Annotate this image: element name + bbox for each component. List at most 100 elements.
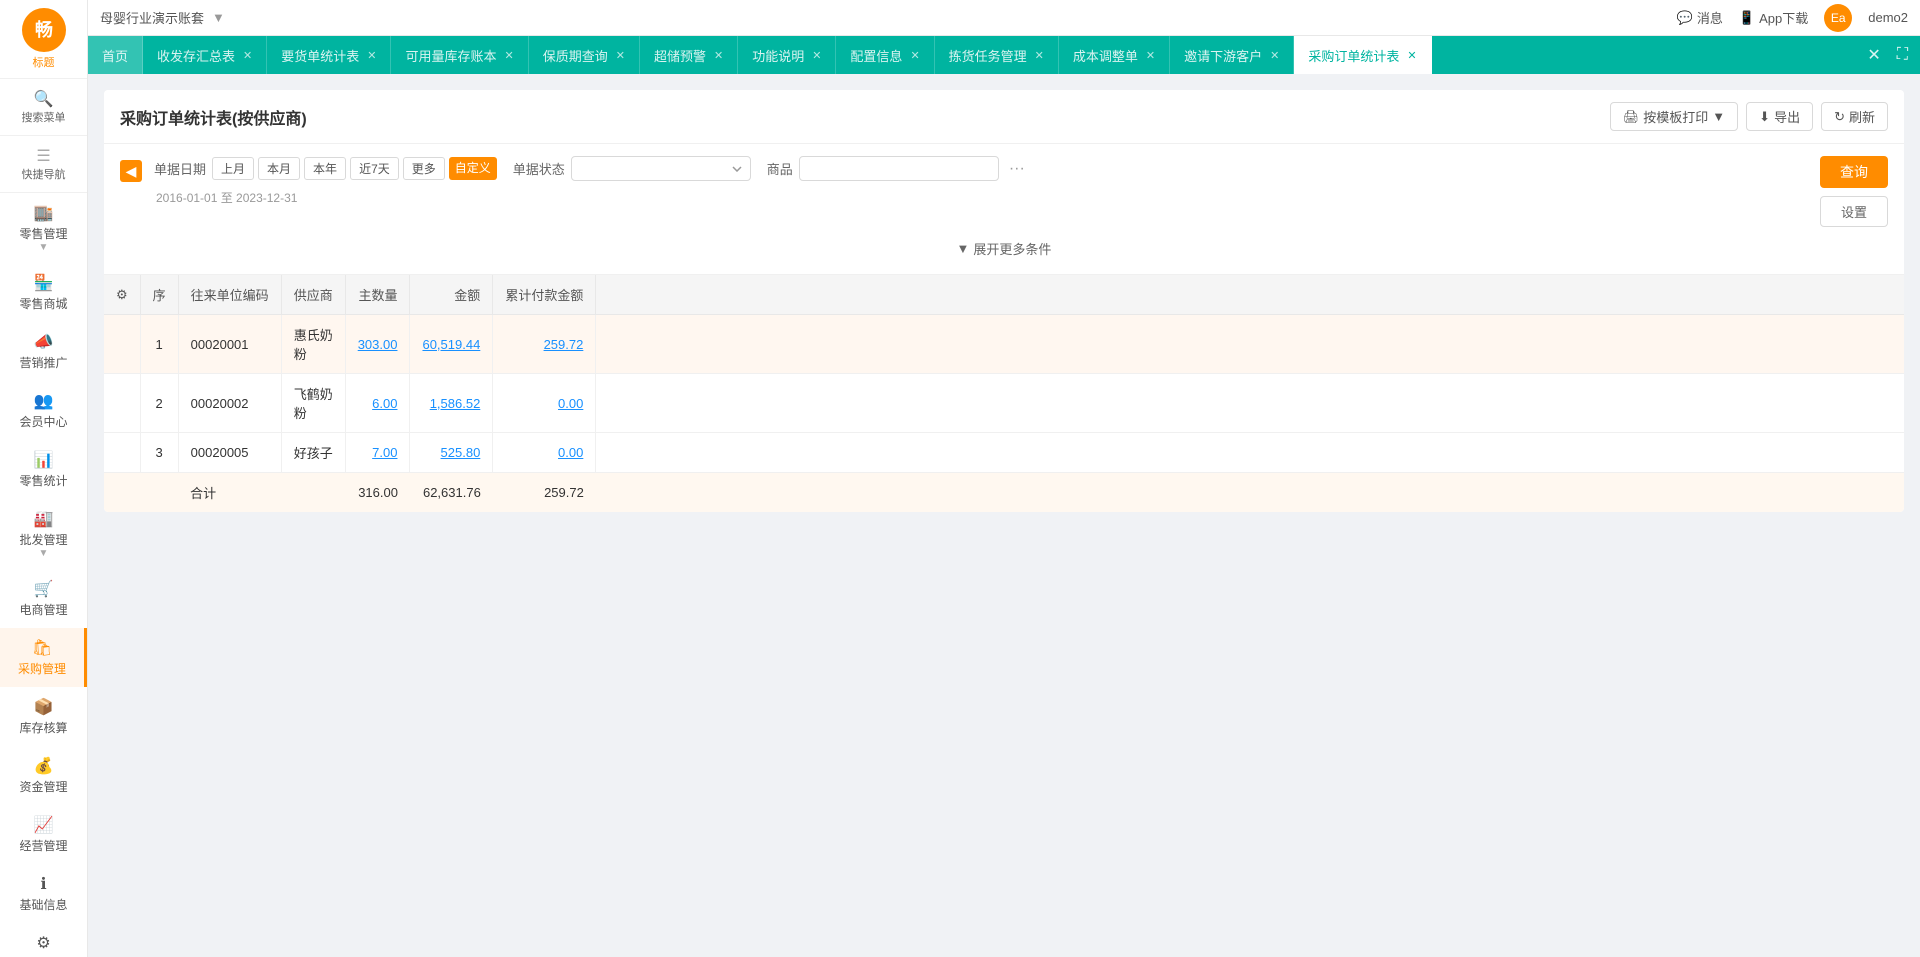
cell-amount[interactable]: 525.80 — [410, 433, 493, 473]
footer-amount: 62,631.76 — [410, 473, 493, 513]
cell-amount[interactable]: 1,586.52 — [410, 374, 493, 433]
tab-pick-task-mgmt[interactable]: 拣货任务管理 ✕ — [935, 36, 1059, 74]
tab-purchase-order-stats[interactable]: 采购订单统计表 ✕ — [1294, 36, 1431, 74]
expand-filter-row: ▼ 展开更多条件 — [120, 235, 1888, 262]
sidebar-item-finance[interactable]: 💰 资金管理 — [0, 746, 87, 805]
col-header-settings[interactable]: ⚙ — [104, 275, 140, 315]
sidebar-item-label: 库存核算 — [19, 719, 67, 736]
last-month-btn[interactable]: 上月 — [212, 157, 254, 180]
sidebar-item-ops-mgmt[interactable]: 📈 经营管理 — [0, 805, 87, 864]
cell-paid-amount[interactable]: 0.00 — [493, 374, 596, 433]
cell-main-qty[interactable]: 7.00 — [345, 433, 410, 473]
sidebar-item-purchase-mgmt[interactable]: 🛍 采购管理 — [0, 628, 87, 687]
last-7-days-btn[interactable]: 近7天 — [350, 157, 399, 180]
tab-label: 配置信息 — [850, 46, 902, 65]
custom-date-tag: 自定义 — [449, 157, 497, 180]
search-menu-item[interactable]: 🔍 搜索菜单 — [0, 79, 87, 136]
sidebar-item-retail-stats[interactable]: 📊 零售统计 — [0, 440, 87, 499]
quick-nav-item[interactable]: ☰ 快捷导航 — [0, 136, 87, 193]
export-icon: ⬇ — [1759, 109, 1770, 125]
page-header: 采购订单统计表(按供应商) 🖨 按模板打印 ▼ ⬇ 导出 ↻ 刷新 — [104, 90, 1904, 144]
main-card: 采购订单统计表(按供应商) 🖨 按模板打印 ▼ ⬇ 导出 ↻ 刷新 — [104, 90, 1904, 512]
message-btn[interactable]: 💬 消息 — [1677, 8, 1723, 27]
cell-main-qty[interactable]: 303.00 — [345, 315, 410, 374]
settings-btn[interactable]: 设置 — [1820, 196, 1888, 227]
sidebar-item-label: 会员中心 — [19, 413, 67, 430]
col-header-supplier-name: 供应商 — [281, 275, 345, 315]
tab-invite-downstream[interactable]: 邀请下游客户 ✕ — [1170, 36, 1294, 74]
this-year-btn[interactable]: 本年 — [304, 157, 346, 180]
sidebar-item-label: 经营管理 — [19, 837, 67, 854]
maximize-tab-btn[interactable]: ⛶ — [1893, 42, 1912, 68]
tab-cost-adjustment[interactable]: 成本调整单 ✕ — [1059, 36, 1170, 74]
tab-close-icon[interactable]: ✕ — [1035, 49, 1044, 62]
this-month-btn[interactable]: 本月 — [258, 157, 300, 180]
sidebar-item-marketing[interactable]: 📣 营销推广 — [0, 322, 87, 381]
cell-extra — [596, 433, 1904, 473]
workspace-dropdown-icon[interactable]: ▼ — [212, 10, 225, 25]
tab-close-icon[interactable]: ✕ — [1407, 49, 1416, 62]
sidebar-item-basic-info[interactable]: ℹ 基础信息 — [0, 864, 87, 923]
col-header-paid-amount: 累计付款金额 — [493, 275, 596, 315]
col-header-amount: 金额 — [410, 275, 493, 315]
filter-fields: 单据日期 上月 本月 本年 近7天 更多 自定义 — [154, 156, 1808, 206]
footer-main-qty: 316.00 — [345, 473, 410, 513]
sidebar-item-retail-mgmt[interactable]: 🏬 零售管理 ▼ — [0, 193, 87, 263]
sidebar-item-ecom-mgmt[interactable]: 🛒 电商管理 — [0, 569, 87, 628]
purchase-mgmt-icon: 🛍 — [32, 638, 52, 658]
cell-no: 3 — [140, 433, 178, 473]
tab-expiry-query[interactable]: 保质期查询 ✕ — [529, 36, 640, 74]
sidebar-item-member-center[interactable]: 👥 会员中心 — [0, 381, 87, 440]
tab-overstock-warning[interactable]: 超储预警 ✕ — [640, 36, 738, 74]
tab-close-icon[interactable]: ✕ — [910, 49, 919, 62]
expand-filter-btn[interactable]: ▼ 展开更多条件 — [945, 235, 1064, 262]
cell-amount[interactable]: 60,519.44 — [410, 315, 493, 374]
sidebar-item-retail-store[interactable]: 🏪 零售商城 — [0, 263, 87, 322]
cell-paid-amount[interactable]: 259.72 — [493, 315, 596, 374]
tab-label: 成本调整单 — [1073, 46, 1138, 65]
goods-filter-more-icon[interactable]: ··· — [1009, 160, 1025, 178]
ecom-mgmt-icon: 🛒 — [34, 579, 54, 599]
refresh-icon: ↻ — [1834, 109, 1845, 125]
status-filter-select[interactable]: 全部 待审核 已审核 — [571, 156, 751, 181]
table-body: 1 00020001 惠氏奶粉 303.00 60,519.44 259.72 … — [104, 315, 1904, 473]
print-btn[interactable]: 🖨 按模板打印 ▼ — [1610, 102, 1738, 131]
app-download-btn[interactable]: 📱 App下载 — [1739, 8, 1808, 27]
refresh-btn[interactable]: ↻ 刷新 — [1821, 102, 1888, 131]
tab-close-icon[interactable]: ✕ — [243, 49, 252, 62]
tab-home[interactable]: 首页 — [88, 36, 143, 74]
query-btn[interactable]: 查询 — [1820, 156, 1888, 188]
sidebar-item-inventory[interactable]: 📦 库存核算 — [0, 687, 87, 746]
col-header-main-qty: 主数量 — [345, 275, 410, 315]
tab-available-inventory[interactable]: 可用量库存账本 ✕ — [391, 36, 528, 74]
export-btn[interactable]: ⬇ 导出 — [1746, 102, 1813, 131]
tab-receive-send-summary[interactable]: 收发存汇总表 ✕ — [143, 36, 267, 74]
tab-label: 要货单统计表 — [281, 46, 359, 65]
cell-supplier-name: 惠氏奶粉 — [281, 315, 345, 374]
goods-filter-item: 商品 ··· — [767, 156, 1025, 181]
cell-main-qty[interactable]: 6.00 — [345, 374, 410, 433]
tab-close-icon[interactable]: ✕ — [616, 49, 625, 62]
filter-collapse-btn[interactable]: ◀ — [120, 160, 142, 182]
tab-close-icon[interactable]: ✕ — [505, 49, 514, 62]
more-date-btn[interactable]: 更多 — [403, 157, 445, 180]
cell-settings — [104, 315, 140, 374]
goods-filter-input[interactable] — [799, 156, 999, 181]
tab-close-icon[interactable]: ✕ — [1270, 49, 1279, 62]
tab-close-icon[interactable]: ✕ — [1146, 49, 1155, 62]
sidebar-item-wholesale-mgmt[interactable]: 🏭 批发管理 ▼ — [0, 499, 87, 569]
print-dropdown-icon[interactable]: ▼ — [1712, 109, 1725, 124]
tab-close-icon[interactable]: ✕ — [367, 49, 376, 62]
tab-close-icon[interactable]: ✕ — [714, 49, 723, 62]
sidebar-item-label: 营销推广 — [19, 354, 67, 371]
tab-config-info[interactable]: 配置信息 ✕ — [836, 36, 934, 74]
basic-info-icon: ℹ — [40, 874, 46, 894]
user-avatar[interactable]: Ea — [1824, 4, 1852, 32]
sidebar-item-sys-mgmt[interactable]: ⚙ 系统管理 — [0, 923, 87, 957]
cell-paid-amount[interactable]: 0.00 — [493, 433, 596, 473]
cell-no: 2 — [140, 374, 178, 433]
tab-demand-stats[interactable]: 要货单统计表 ✕ — [267, 36, 391, 74]
tab-close-icon[interactable]: ✕ — [812, 49, 821, 62]
tab-function-desc[interactable]: 功能说明 ✕ — [738, 36, 836, 74]
close-tab-btn[interactable]: ✕ — [1863, 41, 1884, 69]
